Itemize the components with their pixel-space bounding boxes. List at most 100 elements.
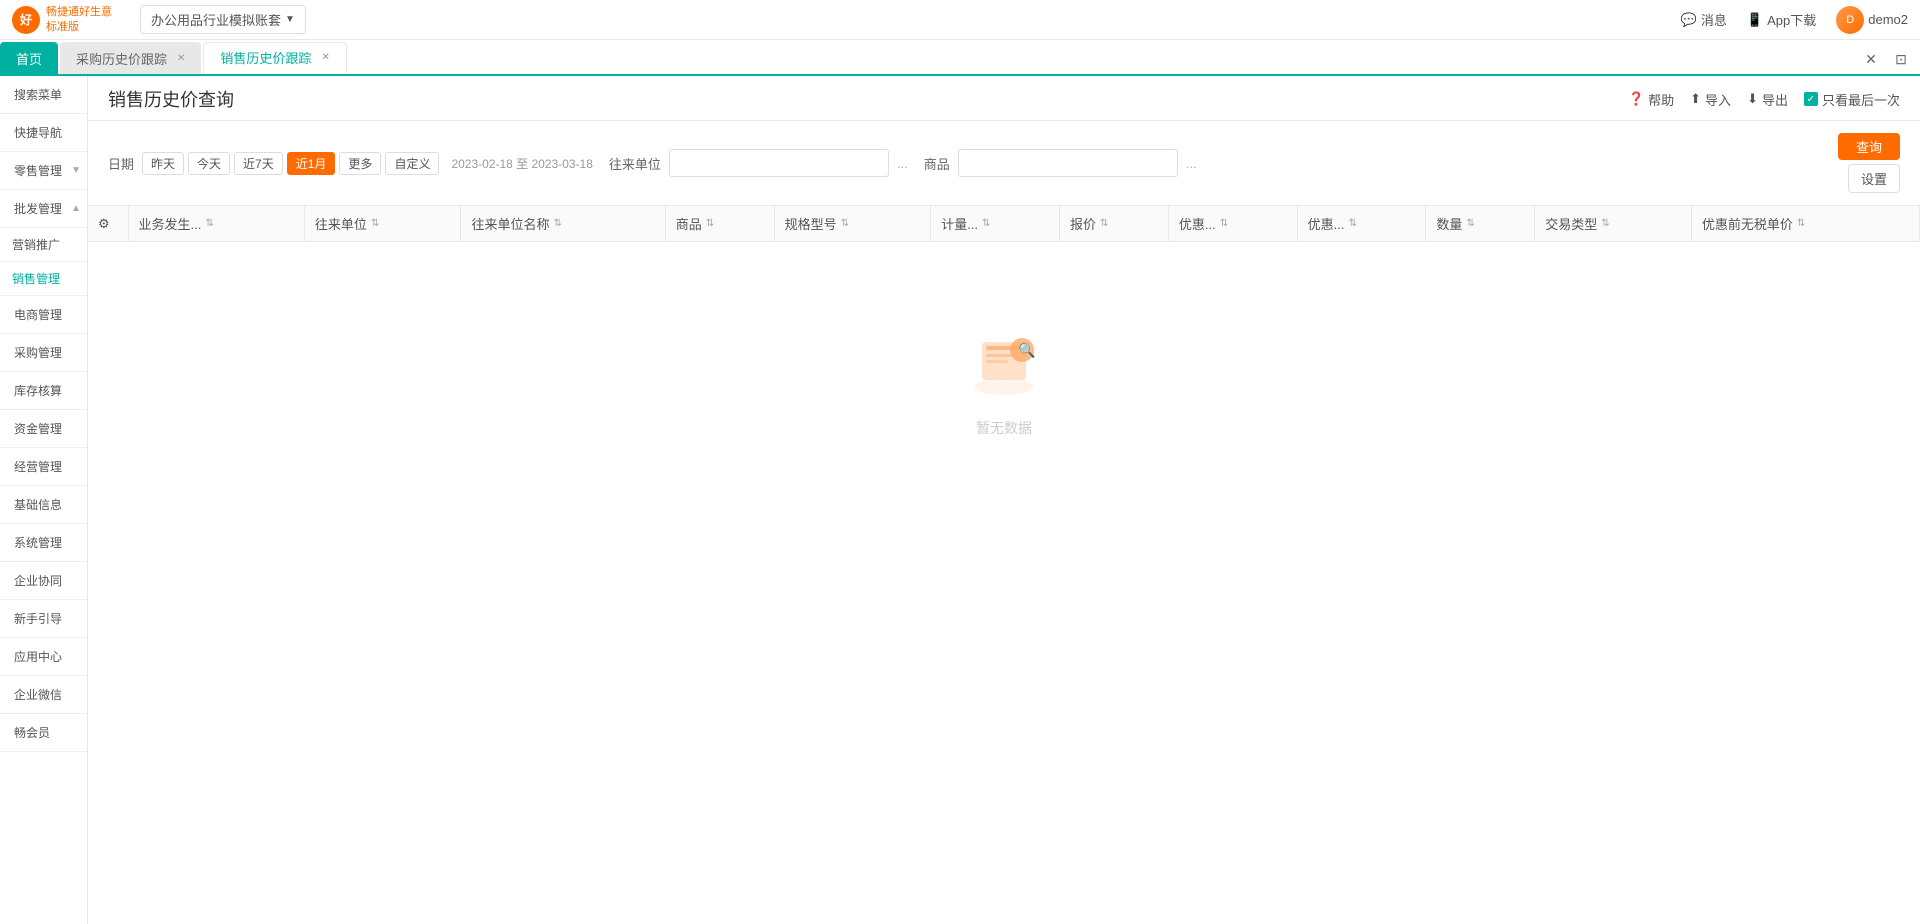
sidebar-item-marketing[interactable]: 营销推广 (0, 228, 87, 262)
sort-icon: ⇅ (371, 218, 379, 229)
sidebar-item-search-menu[interactable]: 搜索菜单 (0, 76, 87, 114)
svg-text:🔍: 🔍 (1018, 341, 1035, 359)
tab-restore-button[interactable]: ⊡ (1890, 48, 1912, 70)
logo-area: 好 畅捷通好生意 标准版 (12, 5, 112, 34)
page-title-actions: ❓ 帮助 ⬆ 导入 ⬇ 导出 ✓ 只看最后一次 (1628, 90, 1900, 109)
query-button[interactable]: 查询 (1838, 133, 1900, 160)
message-button[interactable]: 💬 消息 (1681, 10, 1727, 29)
sort-icon: ⇅ (1601, 218, 1609, 229)
sidebar-item-system[interactable]: 系统管理 (0, 524, 87, 562)
top-header: 好 畅捷通好生意 标准版 办公用品行业模拟账套 ▼ 💬 消息 📱 App下载 D… (0, 0, 1920, 40)
sidebar-item-guide[interactable]: 新手引导 (0, 600, 87, 638)
only-last-checkbox[interactable]: ✓ 只看最后一次 (1804, 90, 1900, 109)
tab-home-label: 首页 (16, 49, 42, 68)
export-icon: ⬇ (1747, 91, 1758, 107)
th-partner-name[interactable]: 往来单位名称 ⇅ (461, 206, 665, 242)
sidebar: 搜索菜单 快捷导航 零售管理 ▼ 批发管理 ▲ 营销推广 销售管理 电商管理 采… (0, 76, 88, 924)
date-btn-more[interactable]: 更多 (339, 152, 381, 175)
date-btn-custom[interactable]: 自定义 (385, 152, 439, 175)
import-icon: ⬆ (1690, 91, 1701, 107)
sort-icon: ⇅ (554, 218, 562, 229)
help-icon: ❓ (1628, 91, 1644, 107)
sort-icon: ⇅ (982, 218, 990, 229)
th-quantity[interactable]: 数量 ⇅ (1426, 206, 1535, 242)
partner-input[interactable] (669, 149, 889, 177)
page-title-bar: 销售历史价查询 ❓ 帮助 ⬆ 导入 ⬇ 导出 ✓ 只看最后一次 (88, 76, 1920, 121)
sort-icon: ⇅ (1100, 218, 1108, 229)
empty-illustration: 🔍 (964, 322, 1044, 402)
tab-sales-close[interactable]: ✕ (321, 52, 329, 63)
date-btn-yesterday[interactable]: 昨天 (142, 152, 184, 175)
sidebar-item-inventory[interactable]: 库存核算 (0, 372, 87, 410)
tab-purchase-label: 采购历史价跟踪 (76, 49, 167, 68)
avatar: D (1836, 6, 1864, 34)
date-range-text: 2023-02-18 至 2023-03-18 (451, 155, 592, 172)
th-settings[interactable]: ⚙ (88, 206, 128, 242)
date-filter-group: 日期 昨天 今天 近7天 近1月 更多 自定义 2023-02-18 至 202… (108, 152, 593, 175)
header-right: 💬 消息 📱 App下载 D demo2 (1681, 6, 1908, 34)
app-download-button[interactable]: 📱 App下载 (1747, 10, 1816, 29)
sidebar-item-ops[interactable]: 经营管理 (0, 448, 87, 486)
product-dots-button[interactable]: ... (1186, 156, 1197, 171)
date-btn-last7[interactable]: 近7天 (234, 152, 283, 175)
tab-actions: ✕ ⊡ (1860, 48, 1920, 74)
th-price[interactable]: 报价 ⇅ (1059, 206, 1168, 242)
chevron-icon: ▼ (71, 165, 81, 176)
th-biz-date[interactable]: 业务发生... ⇅ (128, 206, 304, 242)
company-selector[interactable]: 办公用品行业模拟账套 ▼ (140, 5, 306, 34)
import-button[interactable]: ⬆ 导入 (1690, 90, 1731, 109)
checkbox-icon: ✓ (1804, 92, 1818, 106)
product-filter-group: 商品 ... (924, 149, 1197, 177)
sort-icon: ⇅ (1220, 218, 1228, 229)
sort-icon: ⇅ (1797, 218, 1805, 229)
partner-label: 往来单位 (609, 154, 661, 173)
th-spec[interactable]: 规格型号 ⇅ (774, 206, 931, 242)
export-button[interactable]: ⬇ 导出 (1747, 90, 1788, 109)
sidebar-item-app-center[interactable]: 应用中心 (0, 638, 87, 676)
logo-text: 畅捷通好生意 标准版 (46, 5, 112, 34)
sidebar-item-vip[interactable]: 畅会员 (0, 714, 87, 752)
th-unit[interactable]: 计量... ⇅ (931, 206, 1060, 242)
message-icon: 💬 (1681, 12, 1697, 28)
chevron-down-icon: ▼ (285, 14, 295, 25)
filter-bar: 日期 昨天 今天 近7天 近1月 更多 自定义 2023-02-18 至 202… (88, 121, 1920, 206)
sort-icon: ⇅ (841, 218, 849, 229)
tab-home[interactable]: 首页 (0, 42, 58, 74)
th-product[interactable]: 商品 ⇅ (665, 206, 774, 242)
table-header: ⚙ 业务发生... ⇅ 往来单位 ⇅ (88, 206, 1920, 242)
product-input[interactable] (958, 149, 1178, 177)
content-area: 销售历史价查询 ❓ 帮助 ⬆ 导入 ⬇ 导出 ✓ 只看最后一次 (88, 76, 1920, 924)
sidebar-item-wholesale[interactable]: 批发管理 ▲ (0, 190, 87, 228)
th-pre-tax-price[interactable]: 优惠前无税单价 ⇅ (1691, 206, 1919, 242)
sidebar-item-corp-wechat[interactable]: 企业微信 (0, 676, 87, 714)
page-title: 销售历史价查询 (108, 86, 234, 112)
tab-purchase-close[interactable]: ✕ (177, 53, 185, 64)
tab-sales-label: 销售历史价跟踪 (220, 48, 311, 67)
sidebar-item-enterprise[interactable]: 企业协同 (0, 562, 87, 600)
sidebar-item-finance[interactable]: 资金管理 (0, 410, 87, 448)
sidebar-item-basic-info[interactable]: 基础信息 (0, 486, 87, 524)
empty-text: 暂无数据 (976, 418, 1032, 438)
settings-button[interactable]: 设置 (1848, 164, 1900, 193)
sort-icon: ⇅ (1466, 218, 1474, 229)
th-discount1[interactable]: 优惠... ⇅ (1168, 206, 1297, 242)
sidebar-item-retail[interactable]: 零售管理 ▼ (0, 152, 87, 190)
tab-sales-history[interactable]: 销售历史价跟踪 ✕ (203, 42, 346, 74)
sidebar-item-ecom[interactable]: 电商管理 (0, 296, 87, 334)
sort-icon: ⇅ (205, 218, 213, 229)
sidebar-item-purchase[interactable]: 采购管理 (0, 334, 87, 372)
data-table: ⚙ 业务发生... ⇅ 往来单位 ⇅ (88, 206, 1920, 242)
partner-dots-button[interactable]: ... (897, 156, 908, 171)
th-partner-code[interactable]: 往来单位 ⇅ (304, 206, 461, 242)
th-trade-type[interactable]: 交易类型 ⇅ (1535, 206, 1692, 242)
date-label: 日期 (108, 154, 134, 173)
sidebar-item-sales-mgmt[interactable]: 销售管理 (0, 262, 87, 296)
tab-close-all-button[interactable]: ✕ (1860, 48, 1882, 70)
th-discount2[interactable]: 优惠... ⇅ (1297, 206, 1426, 242)
date-btn-last1m[interactable]: 近1月 (287, 152, 336, 175)
date-btn-today[interactable]: 今天 (188, 152, 230, 175)
help-button[interactable]: ❓ 帮助 (1628, 90, 1674, 109)
sidebar-item-quick-nav[interactable]: 快捷导航 (0, 114, 87, 152)
user-menu[interactable]: D demo2 (1836, 6, 1908, 34)
tab-purchase-history[interactable]: 采购历史价跟踪 ✕ (60, 42, 201, 74)
